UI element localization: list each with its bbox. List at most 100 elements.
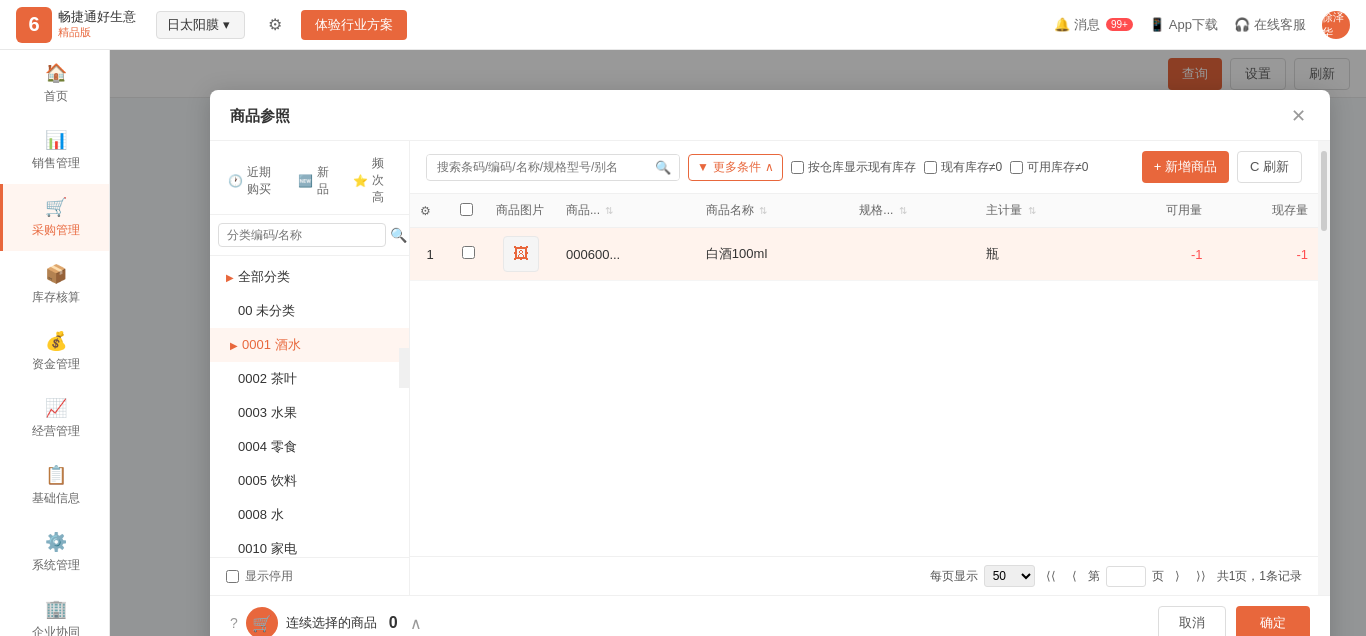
- first-page-btn[interactable]: ⟨⟨: [1041, 567, 1061, 585]
- row-checkbox[interactable]: [462, 246, 475, 259]
- sidebar-item-corp[interactable]: 🏢 企业协同: [0, 586, 109, 636]
- tab-new-products[interactable]: 🆕 新品: [288, 149, 339, 214]
- show-disabled-area: 显示停用: [210, 557, 409, 595]
- sidebar-item-inventory[interactable]: 📦 库存核算: [0, 251, 109, 318]
- tab-recent-purchase[interactable]: 🕐 近期购买: [218, 149, 284, 214]
- app-download[interactable]: 📱 App下载: [1149, 16, 1218, 34]
- th-product-name[interactable]: 商品名称 ⇅: [696, 194, 849, 228]
- sidebar: 🏠 首页 📊 销售管理 🛒 采购管理 📦 库存核算 💰 资金管理 📈 经营管理 …: [0, 50, 110, 636]
- sales-icon: 📊: [45, 129, 67, 151]
- chevron-up-icon: ∧: [765, 160, 774, 174]
- per-page-select[interactable]: 50 10 20 100: [984, 565, 1035, 587]
- logo-sub-text: 精品版: [58, 25, 136, 40]
- checkbox-current-stock[interactable]: 现有库存≠0: [924, 159, 1002, 176]
- logo-text-block: 畅捷通好生意 精品版: [58, 9, 136, 41]
- category-collapse-button[interactable]: 《: [399, 348, 410, 388]
- product-image-placeholder: 🖼: [503, 236, 539, 272]
- tab-recent-label: 近期购买: [247, 164, 274, 198]
- product-search-icon[interactable]: 🔍: [647, 155, 679, 180]
- product-panel: 🔍 ▼ 更多条件 ∧ 按仓库显示现有库存: [410, 141, 1318, 595]
- add-product-button[interactable]: + 新增商品: [1142, 151, 1229, 183]
- checkbox-warehouse-stock[interactable]: 按仓库显示现有库存: [791, 159, 916, 176]
- cat-item-alcohol[interactable]: ▶ 0001 酒水: [210, 328, 409, 362]
- row-available: -1: [1107, 228, 1213, 281]
- per-page-label: 每页显示: [930, 568, 978, 585]
- row-product-code: 000600...: [556, 228, 696, 281]
- sidebar-item-base-info[interactable]: 📋 基础信息: [0, 452, 109, 519]
- cat-item-all[interactable]: ▶ 全部分类: [210, 260, 409, 294]
- category-search: 🔍: [210, 215, 409, 256]
- th-product-code[interactable]: 商品... ⇅: [556, 194, 696, 228]
- settings-icon[interactable]: ⚙: [259, 9, 291, 41]
- row-unit: 瓶: [976, 228, 1107, 281]
- sidebar-item-system[interactable]: ⚙️ 系统管理: [0, 519, 109, 586]
- home-icon: 🏠: [45, 62, 67, 84]
- clock-icon: 🕐: [228, 174, 243, 188]
- th-stock[interactable]: 现存量: [1212, 194, 1318, 228]
- th-settings[interactable]: ⚙: [410, 194, 450, 228]
- refresh-button[interactable]: C 刷新: [1237, 151, 1302, 183]
- sidebar-item-finance[interactable]: 💰 资金管理: [0, 318, 109, 385]
- cat-item-fruit[interactable]: 0003 水果: [210, 396, 409, 430]
- th-unit[interactable]: 主计量 ⇅: [976, 194, 1107, 228]
- store-selector[interactable]: 日太阳膜 ▾: [156, 11, 245, 39]
- next-page-btn[interactable]: ⟩: [1170, 567, 1185, 585]
- filter-label: 更多条件: [713, 159, 761, 176]
- row-spec: [849, 228, 976, 281]
- product-search-input[interactable]: [427, 155, 647, 179]
- star-icon: ⭐: [353, 174, 368, 188]
- modal-close-button[interactable]: ✕: [1286, 104, 1310, 128]
- cat-item-drinks[interactable]: 0005 饮料: [210, 464, 409, 498]
- table-row[interactable]: 1 🖼 000600...: [410, 228, 1318, 281]
- cat-item-snacks[interactable]: 0004 零食: [210, 430, 409, 464]
- filter-button[interactable]: ▼ 更多条件 ∧: [688, 154, 783, 181]
- last-page-btn[interactable]: ⟩⟩: [1191, 567, 1211, 585]
- continuous-select-label: 连续选择的商品: [286, 614, 377, 632]
- chevron-down-icon: ▾: [223, 17, 230, 32]
- avatar[interactable]: 徐泽华: [1322, 11, 1350, 39]
- sort-unit-icon: ⇅: [1028, 205, 1036, 216]
- headset-icon: 🎧: [1234, 17, 1250, 32]
- collapse-footer-icon[interactable]: ∧: [410, 614, 422, 633]
- system-icon: ⚙️: [45, 531, 67, 553]
- sidebar-label-finance: 资金管理: [32, 356, 80, 373]
- select-all-checkbox[interactable]: [460, 203, 473, 216]
- username-label: 徐泽华: [1322, 10, 1350, 40]
- cat-item-uncategorized[interactable]: 00 未分类: [210, 294, 409, 328]
- search-icon[interactable]: 🔍: [390, 227, 407, 243]
- navbar-right: 🔔 消息 99+ 📱 App下载 🎧 在线客服 徐泽华: [1054, 11, 1350, 39]
- arrow-right-icon: ▶: [226, 272, 234, 283]
- th-image-label: 商品图片: [496, 203, 544, 217]
- tab-high-frequency[interactable]: ⭐ 频次高: [343, 149, 401, 214]
- help-icon[interactable]: ?: [230, 615, 238, 631]
- sidebar-label-base-info: 基础信息: [32, 490, 80, 507]
- customer-service-label: 在线客服: [1254, 16, 1306, 34]
- th-available[interactable]: 可用量: [1107, 194, 1213, 228]
- cat-item-tea[interactable]: 0002 茶叶: [210, 362, 409, 396]
- th-spec[interactable]: 规格... ⇅: [849, 194, 976, 228]
- show-disabled-checkbox[interactable]: [226, 570, 239, 583]
- sidebar-item-purchase[interactable]: 🛒 采购管理: [0, 184, 109, 251]
- notifications[interactable]: 🔔 消息 99+: [1054, 16, 1133, 34]
- sidebar-item-home[interactable]: 🏠 首页: [0, 50, 109, 117]
- scrollbar-thumb[interactable]: [1321, 151, 1327, 231]
- sidebar-label-purchase: 采购管理: [32, 222, 80, 239]
- modal-scrollbar[interactable]: [1318, 141, 1330, 595]
- mobile-icon: 📱: [1149, 17, 1165, 32]
- row-checkbox-cell: [450, 228, 486, 281]
- sort-spec-icon: ⇅: [899, 205, 907, 216]
- confirm-button[interactable]: 确定: [1236, 606, 1310, 636]
- cancel-button[interactable]: 取消: [1158, 606, 1226, 636]
- category-search-input[interactable]: [218, 223, 386, 247]
- sidebar-item-operations[interactable]: 📈 经营管理: [0, 385, 109, 452]
- prev-page-btn[interactable]: ⟨: [1067, 567, 1082, 585]
- cat-item-appliances[interactable]: 0010 家电: [210, 532, 409, 557]
- store-name: 日太阳膜: [167, 16, 219, 34]
- cat-item-water[interactable]: 0008 水: [210, 498, 409, 532]
- trial-button[interactable]: 体验行业方案: [301, 10, 407, 40]
- page-number-input[interactable]: 1: [1106, 566, 1146, 587]
- checkbox-available-stock[interactable]: 可用库存≠0: [1010, 159, 1088, 176]
- sidebar-item-sales[interactable]: 📊 销售管理: [0, 117, 109, 184]
- customer-service[interactable]: 🎧 在线客服: [1234, 16, 1306, 34]
- sidebar-label-operations: 经营管理: [32, 423, 80, 440]
